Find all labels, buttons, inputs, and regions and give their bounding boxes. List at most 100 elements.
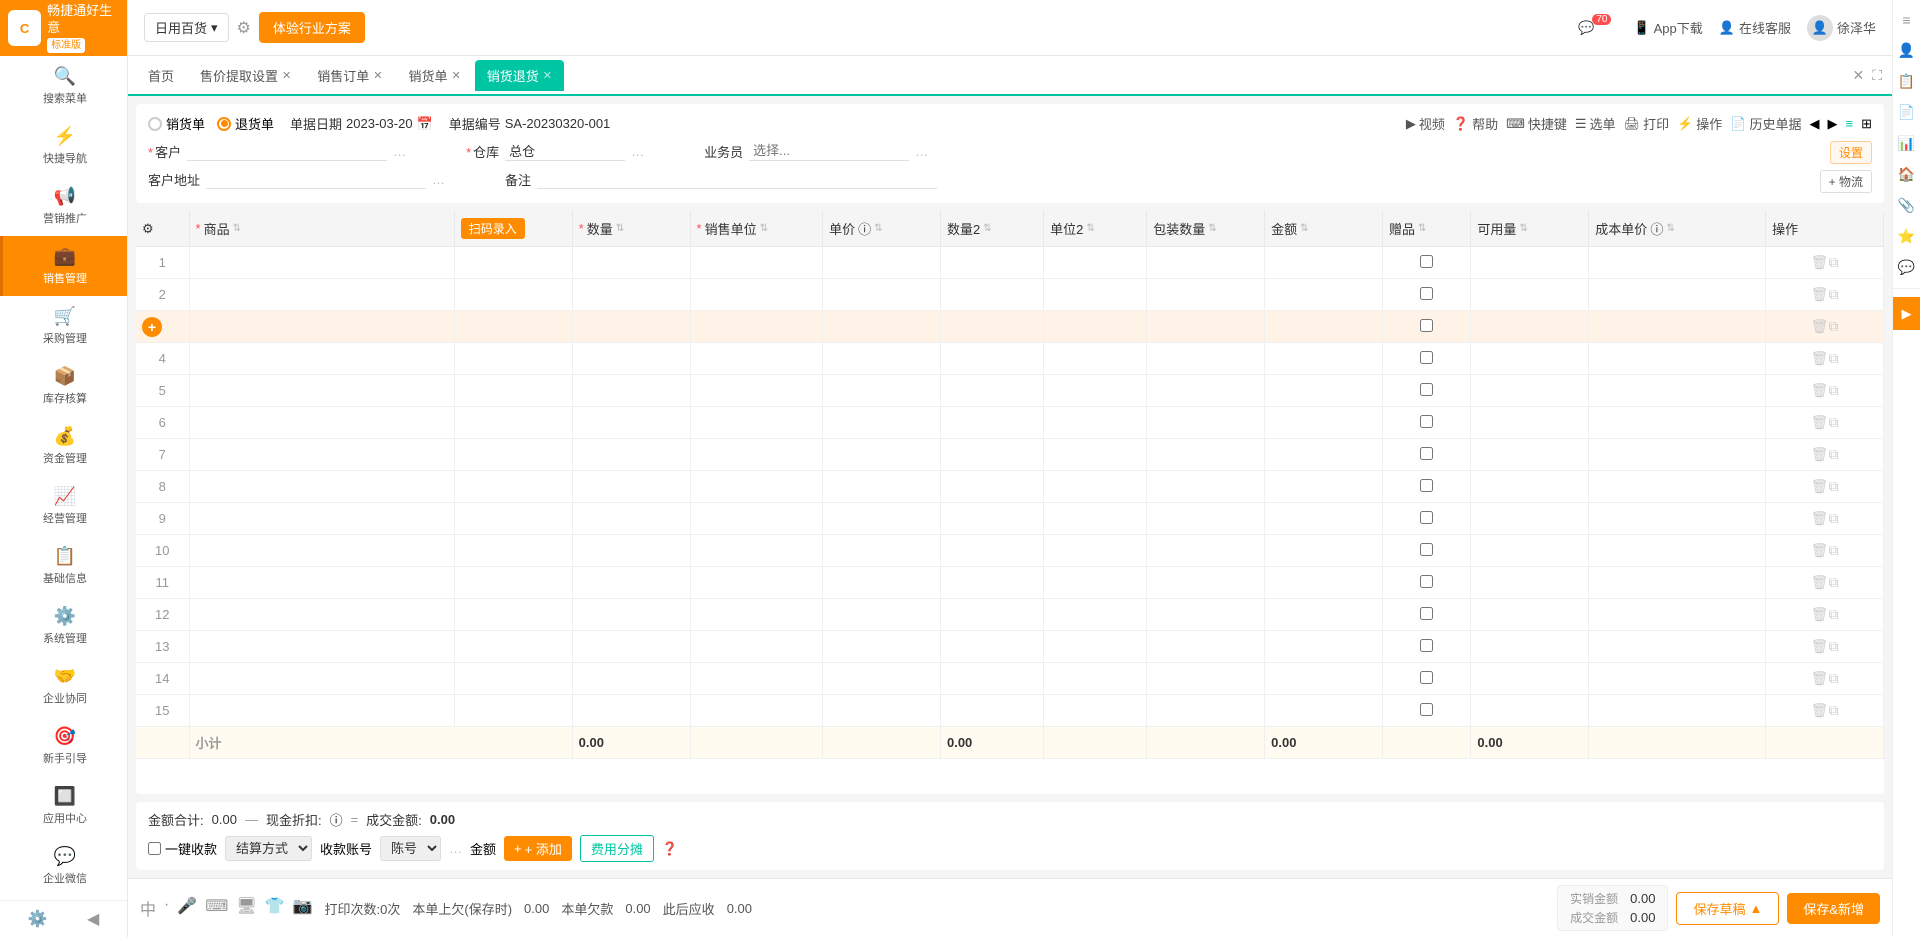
gift-checkbox[interactable] [1420, 255, 1433, 268]
prev-history-icon[interactable]: ◀ [1810, 116, 1820, 132]
delete-row-icon[interactable]: 🗑 [1811, 670, 1829, 686]
address-dots[interactable]: … [432, 172, 445, 187]
copy-row-icon[interactable]: ⧉ [1828, 638, 1838, 654]
logistics-btn[interactable]: + 物流 [1820, 170, 1872, 193]
sidebar-item-guide[interactable]: 🎯 新手引导 [0, 716, 127, 776]
salesperson-dots[interactable]: … [915, 144, 928, 159]
delete-row-icon[interactable]: 🗑 [1811, 510, 1829, 526]
pkg-sort-icon[interactable]: ⇅ [1208, 223, 1216, 234]
user-avatar[interactable]: 👤 徐泽华 [1807, 15, 1876, 41]
delete-row-icon[interactable]: 🗑 [1811, 318, 1829, 334]
qty-sort-icon[interactable]: ⇅ [616, 223, 624, 234]
sidebar-item-purchase[interactable]: 🛒 采购管理 [0, 296, 127, 356]
delete-row-icon[interactable]: 🗑 [1811, 350, 1829, 366]
add-payment-btn[interactable]: + + 添加 [504, 836, 572, 861]
copy-row-icon[interactable]: ⧉ [1828, 478, 1838, 494]
radio-sales-delivery[interactable]: 销货单 [148, 114, 205, 133]
right-icon-7[interactable]: 📎 [1894, 193, 1919, 218]
one-click-payment-checkbox[interactable]: 一键收款 [148, 839, 217, 858]
print-btn[interactable]: 🖨 打印 [1624, 114, 1670, 133]
copy-row-icon[interactable]: ⧉ [1828, 254, 1838, 270]
video-btn[interactable]: ▶ 视频 [1406, 114, 1445, 133]
delete-row-icon[interactable]: 🗑 [1811, 574, 1829, 590]
radio-sales-return[interactable]: 退货单 [217, 114, 274, 133]
delete-row-icon[interactable]: 🗑 [1811, 286, 1829, 302]
right-icon-8[interactable]: ⭐ [1894, 224, 1919, 249]
amount-sort-icon[interactable]: ⇅ [1300, 223, 1308, 234]
gift-checkbox[interactable] [1420, 671, 1433, 684]
tab-home[interactable]: 首页 [136, 60, 186, 91]
online-service-btn[interactable]: 👤 在线客服 [1719, 18, 1791, 37]
copy-row-icon[interactable]: ⧉ [1828, 286, 1838, 302]
select-btn[interactable]: ☰ 选单 [1575, 114, 1616, 133]
table-container[interactable]: ⚙ 商品 ⇅ 扫码录入 [136, 211, 1884, 794]
save-draft-btn[interactable]: 保存草稿 ▲ [1676, 892, 1779, 925]
delete-row-icon[interactable]: 🗑 [1811, 702, 1829, 718]
gift-checkbox[interactable] [1420, 543, 1433, 556]
customer-dots[interactable]: … [393, 144, 406, 159]
close-sales-order-icon[interactable]: ✕ [373, 69, 382, 82]
gear-icon[interactable]: ⚙ [142, 221, 154, 236]
copy-row-icon[interactable]: ⧉ [1828, 446, 1838, 462]
list-view-icon[interactable]: ≡ [1846, 116, 1854, 131]
copy-row-icon[interactable]: ⧉ [1828, 414, 1838, 430]
copy-row-icon[interactable]: ⧉ [1828, 702, 1838, 718]
salesperson-input[interactable] [749, 141, 909, 161]
gift-checkbox[interactable] [1420, 511, 1433, 524]
product-input[interactable] [196, 319, 448, 334]
copy-row-icon[interactable]: ⧉ [1828, 574, 1838, 590]
right-icon-2[interactable]: 👤 [1894, 38, 1919, 63]
sidebar-item-search[interactable]: 🔍 搜索菜单 [0, 56, 127, 116]
sidebar-item-wechat[interactable]: 💬 企业微信 [0, 836, 127, 896]
sidebar-item-shortcut[interactable]: ⚡ 快捷导航 [0, 116, 127, 176]
gift-checkbox[interactable] [1420, 703, 1433, 716]
gift-checkbox[interactable] [1420, 607, 1433, 620]
sidebar-item-base[interactable]: 📋 基础信息 [0, 536, 127, 596]
next-history-icon[interactable]: ▶ [1828, 116, 1838, 132]
copy-row-icon[interactable]: ⧉ [1828, 542, 1838, 558]
delete-row-icon[interactable]: 🗑 [1811, 254, 1829, 270]
sidebar-item-system[interactable]: ⚙️ 系统管理 [0, 596, 127, 656]
copy-row-icon[interactable]: ⧉ [1828, 510, 1838, 526]
settings-bottom-icon[interactable]: ⚙️ [28, 909, 48, 929]
sidebar-item-enterprise[interactable]: 🤝 企业协同 [0, 656, 127, 716]
unit2-sort-icon[interactable]: ⇅ [1086, 223, 1094, 234]
gift-checkbox[interactable] [1420, 575, 1433, 588]
sidebar-item-marketing[interactable]: 📢 营销推广 [0, 176, 127, 236]
gift-checkbox[interactable] [1420, 639, 1433, 652]
tab-sales-delivery[interactable]: 销货单 ✕ [396, 60, 472, 91]
app-download-btn[interactable]: 📱 App下载 [1633, 18, 1702, 37]
scan-btn[interactable]: 扫码录入 [461, 218, 525, 239]
copy-row-icon[interactable]: ⧉ [1828, 318, 1838, 334]
avail-sort-icon[interactable]: ⇅ [1519, 223, 1527, 234]
copy-row-icon[interactable]: ⧉ [1828, 670, 1838, 686]
product-sort-icon[interactable]: ⇅ [233, 223, 241, 234]
warehouse-input[interactable] [505, 141, 625, 161]
price-sort-icon[interactable]: ⇅ [874, 223, 882, 234]
operate-btn[interactable]: ⚡ 操作 [1677, 114, 1722, 133]
delete-row-icon[interactable]: 🗑 [1811, 638, 1829, 654]
copy-row-icon[interactable]: ⧉ [1828, 606, 1838, 622]
delete-row-icon[interactable]: 🗑 [1811, 382, 1829, 398]
remark-input[interactable] [537, 169, 937, 189]
warehouse-dots[interactable]: … [631, 144, 644, 159]
right-icon-5[interactable]: 📊 [1894, 131, 1919, 156]
gift-checkbox[interactable] [1420, 287, 1433, 300]
industry-dropdown[interactable]: 日用百货 ▾ [144, 13, 229, 42]
sidebar-item-inventory[interactable]: 📦 库存核算 [0, 356, 127, 416]
help-btn[interactable]: ❓ 帮助 [1453, 114, 1498, 133]
right-orange-btn[interactable]: ▶ [1893, 297, 1920, 330]
gift-sort-icon[interactable]: ⇅ [1418, 223, 1426, 234]
save-new-btn[interactable]: 保存&新增 [1787, 893, 1880, 924]
settings-btn[interactable]: 设置 [1830, 141, 1872, 164]
gift-checkbox[interactable] [1420, 351, 1433, 364]
account-select[interactable]: 陈号 [380, 836, 441, 861]
sidebar-item-sales[interactable]: 💼 销售管理 [0, 236, 127, 296]
add-row-btn[interactable]: + [142, 317, 162, 337]
calendar-icon[interactable]: 📅 [417, 116, 433, 132]
delete-row-icon[interactable]: 🗑 [1811, 542, 1829, 558]
right-icon-1[interactable]: ≡ [1898, 8, 1914, 32]
close-tab-icon[interactable]: ✕ [1850, 65, 1866, 86]
shortcut-btn[interactable]: ⌨ 快捷键 [1506, 114, 1567, 133]
right-icon-9[interactable]: 💬 [1894, 255, 1919, 280]
